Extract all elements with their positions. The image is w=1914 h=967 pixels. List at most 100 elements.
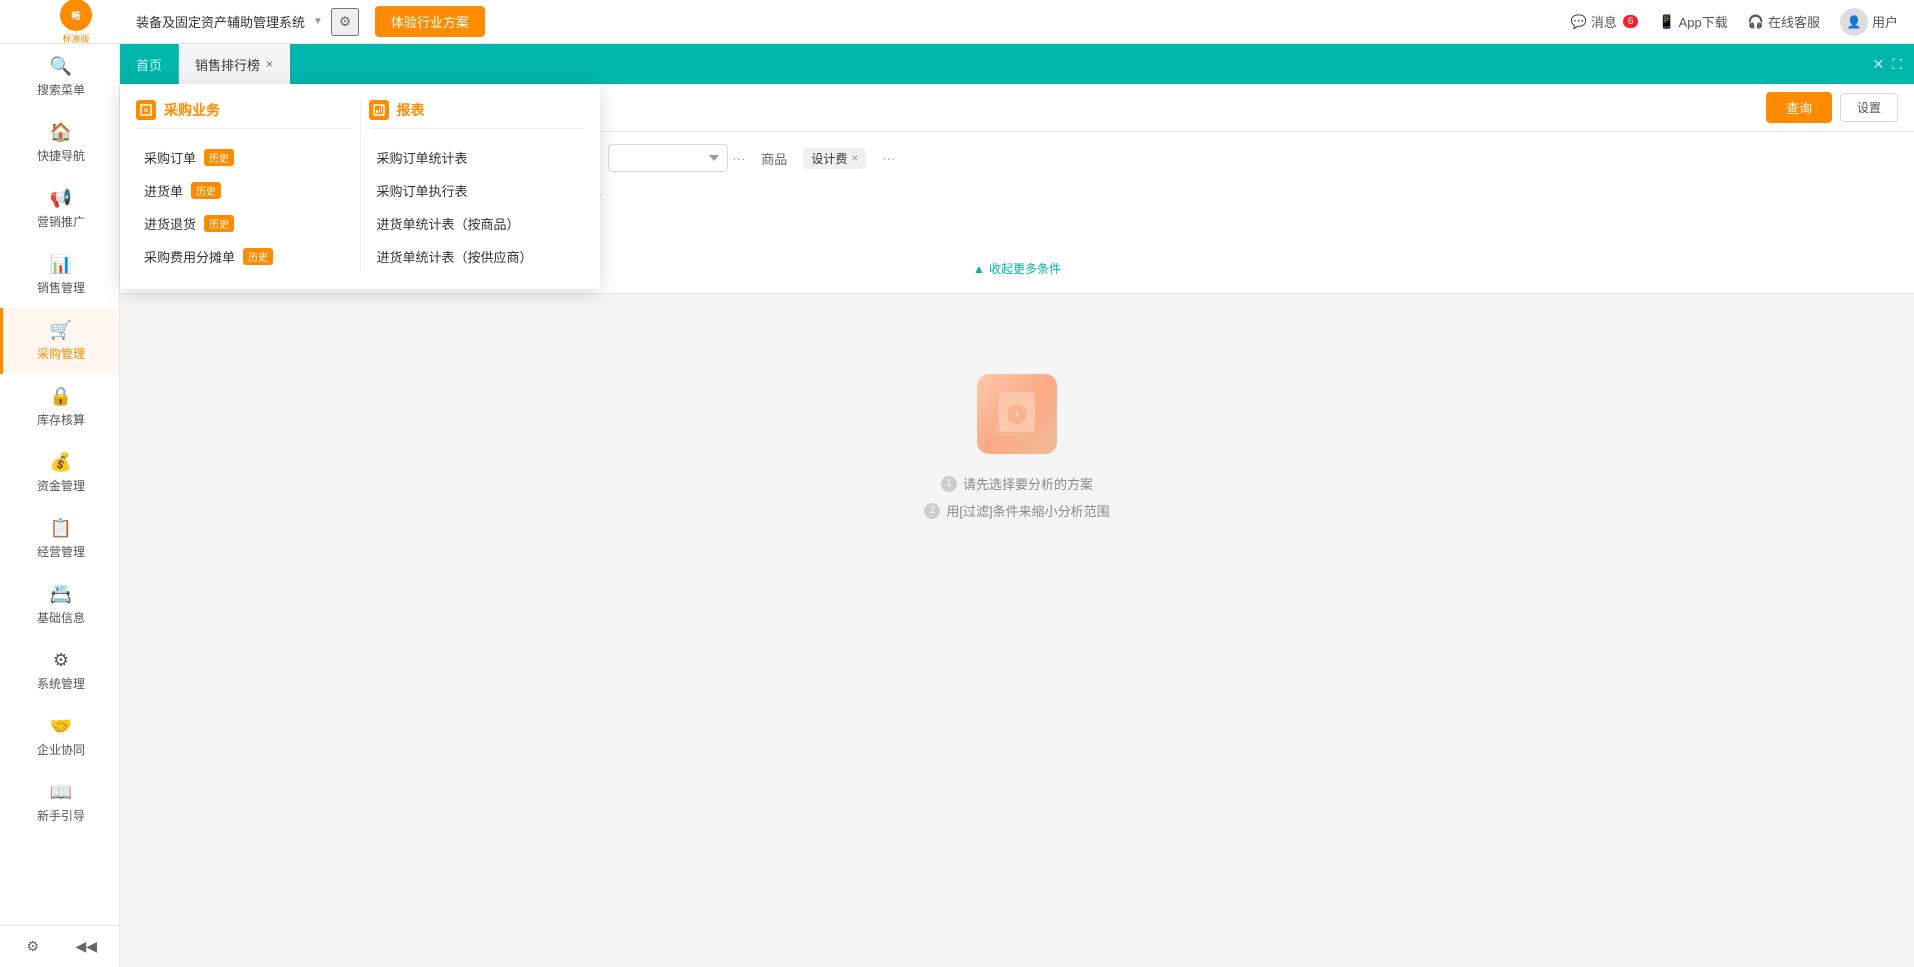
system-dropdown-arrow[interactable]: ▼ [313, 16, 323, 27]
query-btn[interactable]: 查询 [1766, 92, 1832, 123]
message-icon: 💬 [1571, 14, 1587, 30]
left-sidebar: 🔍 搜索菜单 🏠 快捷导航 📢 营销推广 📊 销售管理 🛒 采购管理 🔒 库存核… [0, 44, 120, 967]
tab-close-icon[interactable]: × [266, 57, 273, 71]
logo-text: 标准版 [62, 32, 89, 45]
dropdown-columns: 采购业务 采购订单 历史 进货单 历史 进货退货 历史 采购费用分摊单 历史 [136, 100, 584, 273]
sidebar-item-sales[interactable]: 📊 销售管理 [0, 242, 119, 308]
purchase-col-icon [136, 100, 156, 120]
sidebar-label-marketing: 营销推广 [37, 213, 85, 230]
sidebar-item-enterprise[interactable]: 🤝 企业协同 [0, 704, 119, 770]
tab-sales-rank[interactable]: 销售排行榜 × [179, 44, 290, 84]
logo-area: 畅 标准版 [16, 0, 136, 45]
logo-icon: 畅 [60, 0, 92, 31]
collapse-btn[interactable]: ▲ 收起更多条件 [973, 260, 1061, 277]
report-instock-goods-item[interactable]: 进货单统计表（按商品） [369, 207, 585, 240]
purchase-return-item[interactable]: 进货退货 历史 [136, 207, 352, 240]
report-instock-supplier-label: 进货单统计表（按供应商） [377, 247, 533, 266]
messages-btn[interactable]: 💬 消息 6 [1571, 12, 1639, 31]
report-po-stat-item[interactable]: 采购订单统计表 [369, 141, 585, 174]
system-settings-btn[interactable]: ⚙ [331, 8, 359, 36]
sidebar-item-search[interactable]: 🔍 搜索菜单 [0, 44, 119, 110]
sidebar-settings-btn[interactable]: ⚙ [8, 934, 58, 959]
reports-col: 报表 采购订单统计表 采购订单执行表 进货单统计表（按商品） 进货单统计表（按供… [369, 100, 585, 273]
empty-state: ! 1 请先选择要分析的方案 2 用[过滤]条件来缩小分析范围 [120, 294, 1914, 608]
hint-num-2: 2 [924, 503, 940, 519]
top-right: 💬 消息 6 📱 App下载 🎧 在线客服 👤 用户 [1571, 8, 1898, 36]
col-divider [360, 100, 361, 273]
tab-close-window-icon[interactable]: ✕ [1872, 56, 1884, 73]
sidebar-label-search: 搜索菜单 [37, 81, 85, 98]
purchase-icon: 🛒 [50, 320, 72, 341]
svg-text:畅: 畅 [71, 10, 80, 21]
goods-tag-close[interactable]: × [851, 151, 858, 165]
industry-btn[interactable]: 体验行业方案 [375, 6, 485, 37]
system-icon: ⚙ [53, 650, 69, 671]
online-service-btn[interactable]: 🎧 在线客服 [1748, 12, 1820, 31]
empty-hint-2: 2 用[过滤]条件来缩小分析范围 [924, 501, 1109, 520]
sidebar-label-operation: 经营管理 [37, 543, 85, 560]
report-po-stat-label: 采购订单统计表 [377, 148, 468, 167]
report-instock-supplier-item[interactable]: 进货单统计表（按供应商） [369, 240, 585, 273]
goods-tag: 设计费 × [803, 148, 866, 169]
empty-hint-1: 1 请先选择要分析的方案 [941, 474, 1093, 493]
purchase-order-label: 采购订单 [144, 148, 196, 167]
sidebar-item-marketing[interactable]: 📢 营销推广 [0, 176, 119, 242]
sidebar-label-basic: 基础信息 [37, 609, 85, 626]
inventory-icon: 🔒 [50, 386, 72, 407]
report-po-exec-item[interactable]: 采购订单执行表 [369, 174, 585, 207]
sidebar-item-inventory[interactable]: 🔒 库存核算 [0, 374, 119, 440]
sidebar-collapse-btn[interactable]: ◀◀ [62, 934, 112, 959]
avatar: 👤 [1840, 8, 1868, 36]
purchase-return-label: 进货退货 [144, 214, 196, 233]
purchase-cost-item[interactable]: 采购费用分摊单 历史 [136, 240, 352, 273]
svg-text:!: ! [1016, 410, 1019, 421]
marketing-icon: 📢 [50, 188, 72, 209]
purchase-instock-item[interactable]: 进货单 历史 [136, 174, 352, 207]
sales-icon: 📊 [50, 254, 72, 275]
sidebar-label-enterprise: 企业协同 [37, 741, 85, 758]
sidebar-label-inventory: 库存核算 [37, 411, 85, 428]
doc-status-select[interactable] [608, 144, 728, 172]
tab-bar: 首页 销售排行榜 × ✕ ⛶ [120, 44, 1914, 84]
purchase-return-history: 历史 [204, 215, 234, 232]
purchase-order-item[interactable]: 采购订单 历史 [136, 141, 352, 174]
operation-icon: 📋 [50, 518, 72, 539]
goods-dots[interactable]: ··· [882, 151, 895, 166]
home-icon: 🏠 [50, 122, 72, 143]
sidebar-label-purchase: 采购管理 [37, 345, 85, 362]
sidebar-item-basic[interactable]: 📇 基础信息 [0, 572, 119, 638]
sidebar-item-finance[interactable]: 💰 资金管理 [0, 440, 119, 506]
sidebar-bottom: ⚙ ◀◀ [0, 925, 119, 967]
purchase-order-history: 历史 [204, 149, 234, 166]
sidebar-item-system[interactable]: ⚙ 系统管理 [0, 638, 119, 704]
tab-maximize-icon[interactable]: ⛶ [1892, 56, 1902, 73]
app-download-btn[interactable]: 📱 App下载 [1658, 12, 1727, 31]
sidebar-label-system: 系统管理 [37, 675, 85, 692]
sidebar-label-sales: 销售管理 [37, 279, 85, 296]
sidebar-item-guide[interactable]: 📖 新手引导 [0, 770, 119, 836]
purchase-cost-history: 历史 [243, 248, 273, 265]
sidebar-item-purchase[interactable]: 🛒 采购管理 [0, 308, 119, 374]
user-btn[interactable]: 👤 用户 [1840, 8, 1898, 36]
sidebar-item-operation[interactable]: 📋 经营管理 [0, 506, 119, 572]
message-badge: 6 [1623, 15, 1639, 28]
system-title-area: 装备及固定资产辅助管理系统 ▼ ⚙ 体验行业方案 [136, 6, 1571, 37]
system-title: 装备及固定资产辅助管理系统 [136, 12, 305, 31]
sidebar-label-quick: 快捷导航 [37, 147, 85, 164]
doc-status-dots[interactable]: ··· [732, 151, 745, 166]
search-icon: 🔍 [50, 56, 72, 77]
tab-bar-right: ✕ ⛶ [1860, 44, 1914, 84]
sidebar-item-quick[interactable]: 🏠 快捷导航 [0, 110, 119, 176]
reports-col-icon [369, 100, 389, 120]
top-header: 畅 标准版 装备及固定资产辅助管理系统 ▼ ⚙ 体验行业方案 💬 消息 6 📱 … [0, 0, 1914, 44]
basic-icon: 📇 [50, 584, 72, 605]
purchase-instock-label: 进货单 [144, 181, 183, 200]
tab-sales-rank-label: 销售排行榜 [195, 55, 260, 74]
collapse-up-icon: ▲ [973, 262, 985, 276]
report-instock-goods-label: 进货单统计表（按商品） [377, 214, 520, 233]
reports-col-title: 报表 [369, 100, 585, 129]
guide-icon: 📖 [50, 782, 72, 803]
settings-row-btn[interactable]: 设置 [1840, 93, 1898, 122]
tab-home[interactable]: 首页 [120, 44, 179, 84]
hint-num-1: 1 [941, 476, 957, 492]
